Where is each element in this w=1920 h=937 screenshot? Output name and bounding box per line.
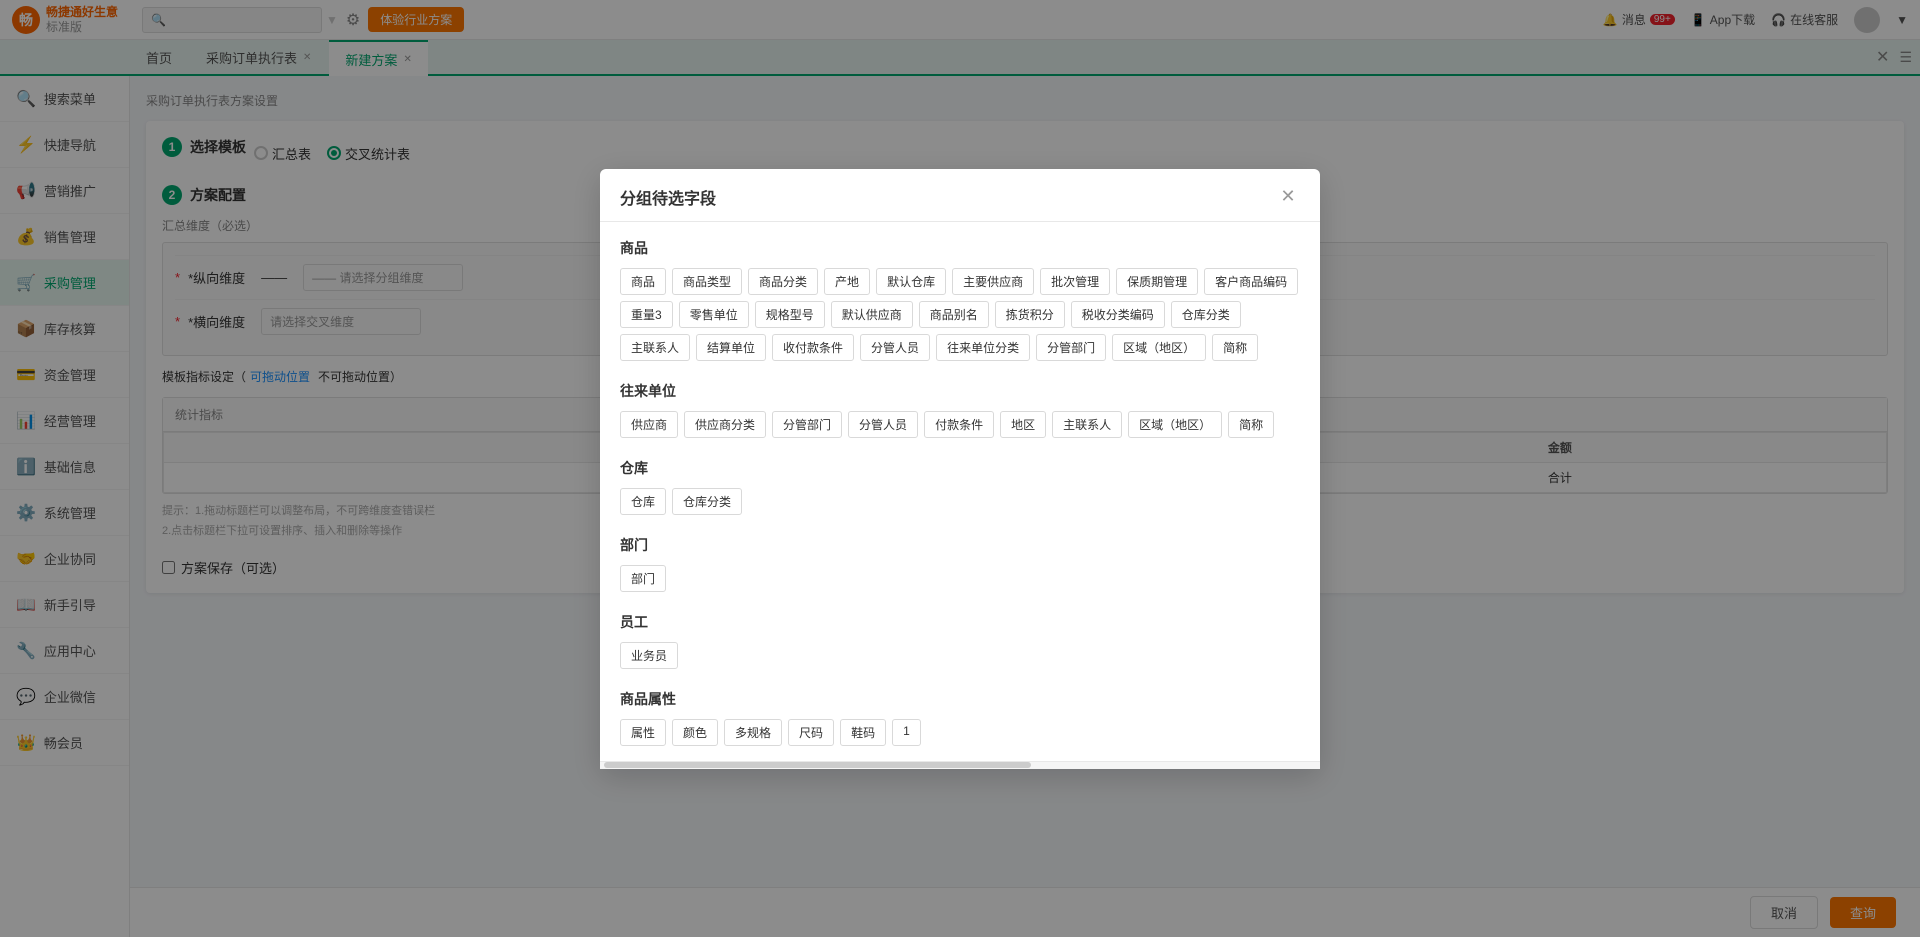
- modal-section-title-2: 仓库: [620, 458, 1300, 478]
- field-tag-0-3[interactable]: 产地: [824, 268, 870, 295]
- field-tag-0-0[interactable]: 商品: [620, 268, 666, 295]
- modal-overlay[interactable]: 分组待选字段 ✕ 商品商品商品类型商品分类产地默认仓库主要供应商批次管理保质期管…: [0, 0, 1920, 937]
- modal-section-title-5: 商品属性: [620, 689, 1300, 709]
- field-tag-5-4[interactable]: 鞋码: [840, 719, 886, 746]
- field-tags-2: 仓库仓库分类: [620, 488, 1300, 515]
- modal-hscroll-bar: [604, 762, 1031, 768]
- field-tags-0: 商品商品类型商品分类产地默认仓库主要供应商批次管理保质期管理客户商品编码重量3零…: [620, 268, 1300, 361]
- modal-section-0: 商品商品商品类型商品分类产地默认仓库主要供应商批次管理保质期管理客户商品编码重量…: [620, 238, 1300, 361]
- field-tag-1-5[interactable]: 地区: [1000, 411, 1046, 438]
- field-tags-1: 供应商供应商分类分管部门分管人员付款条件地区主联系人区域（地区）简称: [620, 411, 1300, 438]
- field-tag-0-15[interactable]: 税收分类编码: [1071, 301, 1165, 328]
- field-tag-1-2[interactable]: 分管部门: [772, 411, 842, 438]
- field-tag-5-2[interactable]: 多规格: [724, 719, 782, 746]
- modal-close-icon[interactable]: ✕: [1276, 185, 1300, 209]
- field-tag-0-1[interactable]: 商品类型: [672, 268, 742, 295]
- field-tag-1-6[interactable]: 主联系人: [1052, 411, 1122, 438]
- field-tag-1-0[interactable]: 供应商: [620, 411, 678, 438]
- field-tag-0-2[interactable]: 商品分类: [748, 268, 818, 295]
- field-tag-3-0[interactable]: 部门: [620, 565, 666, 592]
- modal-section-title-0: 商品: [620, 238, 1300, 258]
- modal-hscroll[interactable]: [600, 761, 1320, 768]
- field-tags-4: 业务员: [620, 642, 1300, 669]
- field-tag-0-20[interactable]: 分管人员: [860, 334, 930, 361]
- field-tag-5-3[interactable]: 尺码: [788, 719, 834, 746]
- modal-dialog: 分组待选字段 ✕ 商品商品商品类型商品分类产地默认仓库主要供应商批次管理保质期管…: [600, 169, 1320, 769]
- field-tag-0-21[interactable]: 往来单位分类: [936, 334, 1030, 361]
- field-tag-0-24[interactable]: 简称: [1212, 334, 1258, 361]
- modal-section-3: 部门部门: [620, 535, 1300, 592]
- field-tag-1-3[interactable]: 分管人员: [848, 411, 918, 438]
- field-tag-0-9[interactable]: 重量3: [620, 301, 673, 328]
- field-tag-0-13[interactable]: 商品别名: [919, 301, 989, 328]
- field-tag-2-0[interactable]: 仓库: [620, 488, 666, 515]
- field-tags-3: 部门: [620, 565, 1300, 592]
- field-tag-0-4[interactable]: 默认仓库: [876, 268, 946, 295]
- field-tag-0-6[interactable]: 批次管理: [1040, 268, 1110, 295]
- field-tag-5-1[interactable]: 颜色: [672, 719, 718, 746]
- field-tag-0-17[interactable]: 主联系人: [620, 334, 690, 361]
- modal-section-5: 商品属性属性颜色多规格尺码鞋码1: [620, 689, 1300, 746]
- modal-section-1: 往来单位供应商供应商分类分管部门分管人员付款条件地区主联系人区域（地区）简称: [620, 381, 1300, 438]
- modal-header: 分组待选字段 ✕: [600, 169, 1320, 222]
- modal-body: 商品商品商品类型商品分类产地默认仓库主要供应商批次管理保质期管理客户商品编码重量…: [600, 222, 1320, 762]
- field-tag-0-19[interactable]: 收付款条件: [772, 334, 854, 361]
- modal-title: 分组待选字段: [620, 185, 716, 209]
- field-tag-2-1[interactable]: 仓库分类: [672, 488, 742, 515]
- modal-section-title-3: 部门: [620, 535, 1300, 555]
- field-tag-1-7[interactable]: 区域（地区）: [1128, 411, 1222, 438]
- field-tag-0-5[interactable]: 主要供应商: [952, 268, 1034, 295]
- modal-section-title-1: 往来单位: [620, 381, 1300, 401]
- field-tag-1-4[interactable]: 付款条件: [924, 411, 994, 438]
- field-tag-0-8[interactable]: 客户商品编码: [1204, 268, 1298, 295]
- field-tag-0-14[interactable]: 拣货积分: [995, 301, 1065, 328]
- modal-section-4: 员工业务员: [620, 612, 1300, 669]
- field-tag-0-7[interactable]: 保质期管理: [1116, 268, 1198, 295]
- modal-section-2: 仓库仓库仓库分类: [620, 458, 1300, 515]
- modal-section-title-4: 员工: [620, 612, 1300, 632]
- field-tag-5-5[interactable]: 1: [892, 719, 921, 746]
- field-tag-1-1[interactable]: 供应商分类: [684, 411, 766, 438]
- field-tags-5: 属性颜色多规格尺码鞋码1: [620, 719, 1300, 746]
- field-tag-0-10[interactable]: 零售单位: [679, 301, 749, 328]
- field-tag-0-11[interactable]: 规格型号: [755, 301, 825, 328]
- field-tag-5-0[interactable]: 属性: [620, 719, 666, 746]
- field-tag-0-18[interactable]: 结算单位: [696, 334, 766, 361]
- field-tag-0-12[interactable]: 默认供应商: [831, 301, 913, 328]
- field-tag-1-8[interactable]: 简称: [1228, 411, 1274, 438]
- field-tag-0-16[interactable]: 仓库分类: [1171, 301, 1241, 328]
- field-tag-4-0[interactable]: 业务员: [620, 642, 678, 669]
- field-tag-0-23[interactable]: 区域（地区）: [1112, 334, 1206, 361]
- field-tag-0-22[interactable]: 分管部门: [1036, 334, 1106, 361]
